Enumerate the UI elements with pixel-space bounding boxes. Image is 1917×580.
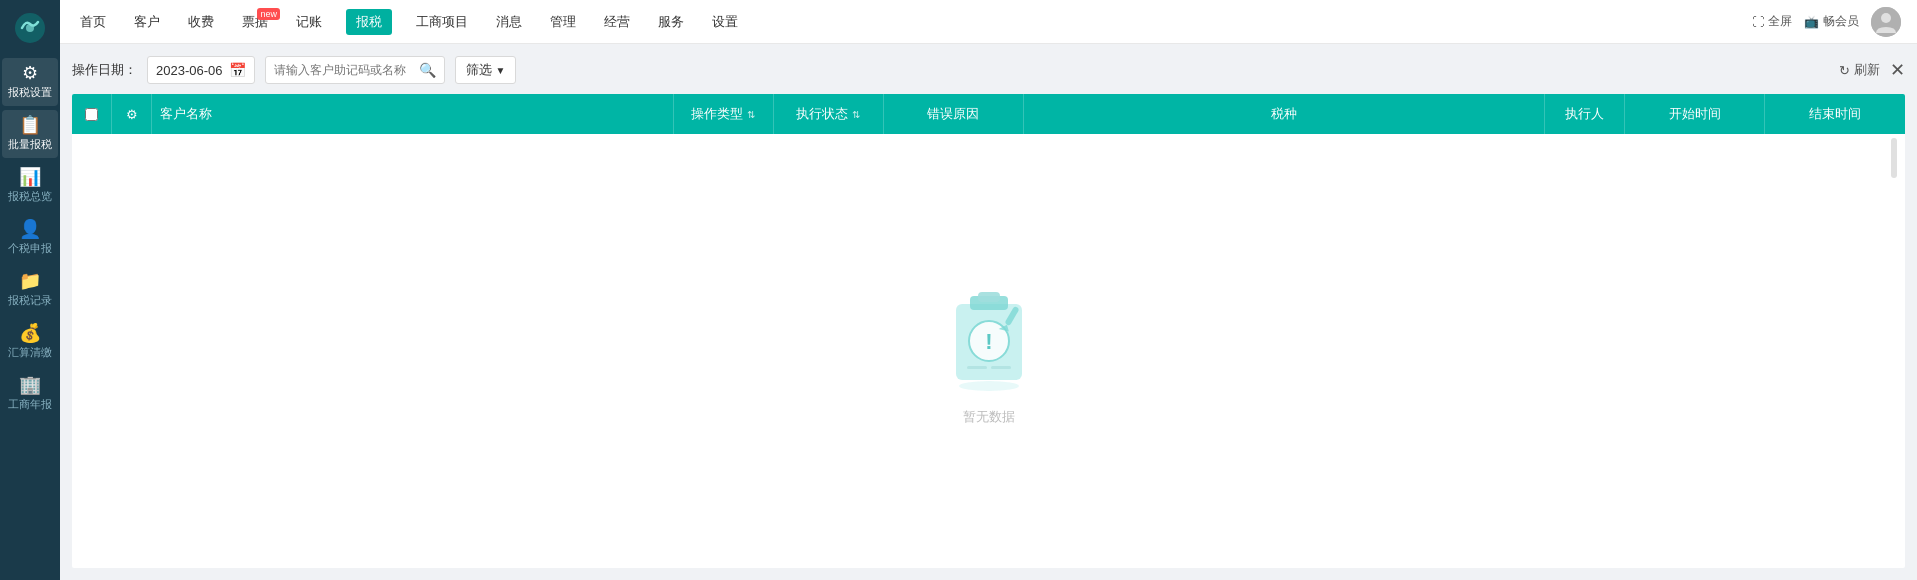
- th-end-time: 结束时间: [1765, 94, 1905, 134]
- baoshuizonglan-icon: 📊: [19, 168, 41, 186]
- fullscreen-icon: ⛶: [1752, 15, 1764, 29]
- sidebar-item-baoshuijilu[interactable]: 📁 报税记录: [2, 266, 58, 314]
- th-checkbox[interactable]: [72, 94, 112, 134]
- nav-customer[interactable]: 客户: [130, 0, 164, 44]
- main-content: 首页 客户 收费 票据 new 记账 报税 工商项目 消息 管理 经营 服务 设…: [60, 0, 1917, 580]
- nav-shezhi[interactable]: 设置: [708, 0, 742, 44]
- piaju-badge: new: [257, 8, 280, 20]
- svg-rect-11: [967, 366, 987, 369]
- date-input[interactable]: 2023-06-06 📅: [147, 56, 255, 84]
- table-header: ⚙ 客户名称 操作类型 ⇅ 执行状态 ⇅ 错误原因 税种: [72, 94, 1905, 134]
- select-all-checkbox[interactable]: [85, 108, 98, 121]
- huisuanjiaona-icon: 💰: [19, 324, 41, 342]
- nav-jingying[interactable]: 经营: [600, 0, 634, 44]
- sidebar-item-gongshangnianbao[interactable]: 🏢 工商年报: [2, 370, 58, 418]
- nav-fuwu[interactable]: 服务: [654, 0, 688, 44]
- sidebar-item-geshuishenbao[interactable]: 👤 个税申报: [2, 214, 58, 262]
- sidebar-item-baoshuizonglan[interactable]: 📊 报税总览: [2, 162, 58, 210]
- svg-rect-6: [978, 292, 1000, 302]
- nav-baoshui[interactable]: 报税: [346, 9, 392, 35]
- user-avatar[interactable]: [1871, 7, 1901, 37]
- top-navigation: 首页 客户 收费 票据 new 记账 报税 工商项目 消息 管理 经营 服务 设…: [60, 0, 1917, 44]
- toolbar: 操作日期： 2023-06-06 📅 🔍 筛选 ▼ ↻ 刷新 ✕: [72, 56, 1905, 84]
- table-body: ! 暂无数据: [72, 134, 1905, 568]
- sidebar-item-huisuanjiaona[interactable]: 💰 汇算清缴: [2, 318, 58, 366]
- svg-point-13: [959, 381, 1019, 391]
- fullscreen-button[interactable]: ⛶ 全屏: [1752, 13, 1792, 30]
- data-table: ⚙ 客户名称 操作类型 ⇅ 执行状态 ⇅ 错误原因 税种: [72, 94, 1905, 568]
- topnav-right: ⛶ 全屏 📺 畅会员: [1752, 7, 1901, 37]
- svg-point-1: [26, 24, 34, 32]
- baoshuishezhi-icon: ⚙: [22, 64, 38, 82]
- scroll-indicator[interactable]: [1891, 138, 1897, 178]
- piliangbaoshui-icon: 📋: [19, 116, 41, 134]
- svg-text:!: !: [985, 329, 992, 354]
- svg-rect-12: [991, 366, 1011, 369]
- th-op-type: 操作类型 ⇅: [674, 94, 774, 134]
- search-icon: 🔍: [419, 62, 436, 78]
- refresh-button[interactable]: ↻ 刷新: [1839, 61, 1880, 79]
- sidebar: ⚙ 报税设置 📋 批量报税 📊 报税总览 👤 个税申报 📁 报税记录 💰 汇算清…: [0, 0, 60, 580]
- nav-guanli[interactable]: 管理: [546, 0, 580, 44]
- page-content: 操作日期： 2023-06-06 📅 🔍 筛选 ▼ ↻ 刷新 ✕: [60, 44, 1917, 580]
- nav-xiaoxi[interactable]: 消息: [492, 0, 526, 44]
- member-icon: 📺: [1804, 15, 1819, 29]
- sidebar-item-piliangbaoshui[interactable]: 📋 批量报税: [2, 110, 58, 158]
- date-label: 操作日期：: [72, 61, 137, 79]
- geshuishenbao-icon: 👤: [19, 220, 41, 238]
- op-type-sort-icon[interactable]: ⇅: [747, 109, 755, 120]
- search-box[interactable]: 🔍: [265, 56, 445, 84]
- toolbar-right: ↻ 刷新 ✕: [1839, 61, 1905, 79]
- th-executor: 执行人: [1545, 94, 1625, 134]
- gongshangnianbao-icon: 🏢: [19, 376, 41, 394]
- th-error-reason: 错误原因: [884, 94, 1024, 134]
- th-start-time: 开始时间: [1625, 94, 1765, 134]
- nav-jizhang[interactable]: 记账: [292, 0, 326, 44]
- nav-piaju[interactable]: 票据 new: [238, 0, 272, 44]
- search-input[interactable]: [274, 63, 419, 77]
- filter-button[interactable]: 筛选 ▼: [455, 56, 517, 84]
- th-settings[interactable]: ⚙: [112, 94, 152, 134]
- th-customer-name: 客户名称: [152, 94, 674, 134]
- th-tax-type: 税种: [1024, 94, 1546, 134]
- gear-icon: ⚙: [126, 107, 138, 122]
- chevron-down-icon: ▼: [496, 65, 506, 76]
- baoshuijilu-icon: 📁: [19, 272, 41, 290]
- empty-illustration: !: [934, 276, 1044, 396]
- exec-status-sort-icon[interactable]: ⇅: [852, 109, 860, 120]
- calendar-icon: 📅: [229, 62, 246, 78]
- sidebar-item-baoshuishezhi[interactable]: ⚙ 报税设置: [2, 58, 58, 106]
- th-exec-status: 执行状态 ⇅: [774, 94, 884, 134]
- close-button[interactable]: ✕: [1890, 61, 1905, 79]
- member-button[interactable]: 📺 畅会员: [1804, 13, 1859, 30]
- nav-shoufe[interactable]: 收费: [184, 0, 218, 44]
- empty-text: 暂无数据: [963, 408, 1015, 426]
- date-value: 2023-06-06: [156, 63, 223, 78]
- empty-state: ! 暂无数据: [934, 276, 1044, 426]
- nav-gongshangxiangmu[interactable]: 工商项目: [412, 0, 472, 44]
- app-logo[interactable]: [10, 8, 50, 48]
- svg-point-3: [1881, 13, 1891, 23]
- refresh-icon: ↻: [1839, 63, 1850, 78]
- nav-home[interactable]: 首页: [76, 0, 110, 44]
